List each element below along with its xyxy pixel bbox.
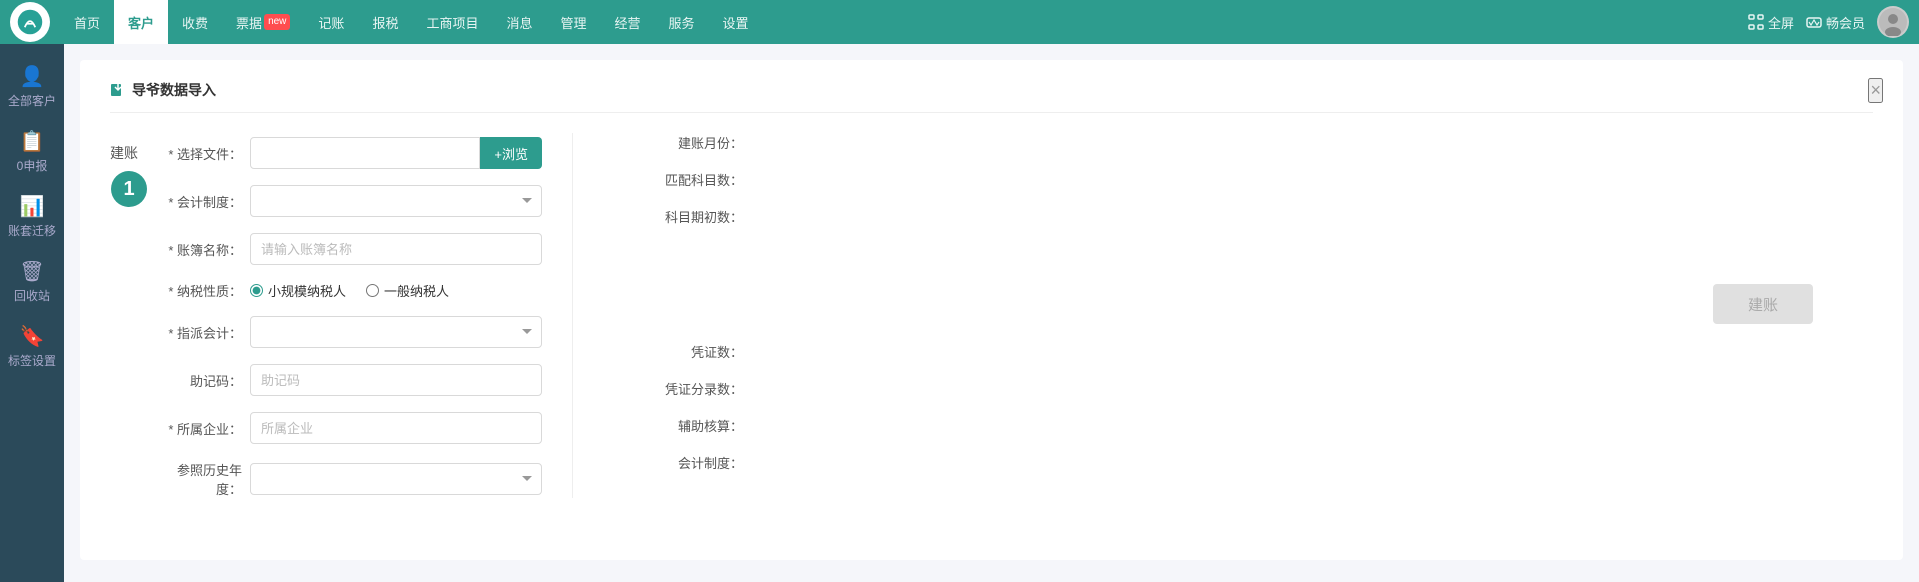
import-icon: [110, 82, 126, 98]
assign-accountant-select[interactable]: [250, 316, 542, 348]
nav-item-messages[interactable]: 消息: [492, 0, 546, 44]
vip-button[interactable]: 畅会员: [1806, 13, 1865, 32]
match-subjects-label: 匹配科目数：: [643, 170, 743, 189]
fullscreen-button[interactable]: 全屏: [1748, 13, 1794, 32]
memo-code-input[interactable]: [250, 364, 542, 396]
nav-item-clients[interactable]: 客户: [114, 0, 168, 44]
build-account-button[interactable]: 建账: [1713, 284, 1813, 324]
close-button[interactable]: ×: [1868, 78, 1883, 103]
accounting-system-select[interactable]: [250, 185, 542, 217]
recycle-icon: 🗑: [19, 259, 44, 284]
new-badge: new: [264, 14, 290, 30]
nav-item-operations[interactable]: 经营: [601, 0, 655, 44]
right-section: 建账月份： 匹配科目数： 科目期初数： 建账: [643, 133, 1873, 498]
history-year-label: 参照历史年度：: [162, 460, 242, 498]
sidebar-item-label: 0申报: [17, 157, 48, 174]
form-fields: * 选择文件： +浏览 * 会计制度：: [162, 137, 542, 498]
nav-item-invoices[interactable]: 票据 new: [222, 0, 304, 44]
tax-type-label: * 纳税性质：: [162, 281, 242, 300]
import-dialog: 导爷数据导入 × 建账 1 * 选择文: [80, 60, 1903, 560]
build-month-label: 建账月份：: [643, 133, 743, 152]
nav-item-fees[interactable]: 收费: [168, 0, 222, 44]
initial-subjects-label: 科目期初数：: [643, 207, 743, 226]
vouchers-row: 凭证数：: [643, 342, 1873, 361]
aux-accounting-row: 辅助核算：: [643, 416, 1873, 435]
top-nav-right: 全屏 畅会员: [1748, 6, 1909, 38]
vip-label: 畅会员: [1826, 13, 1865, 32]
sidebar-item-tags[interactable]: 🔖 标签设置: [0, 314, 64, 379]
sidebar-item-label: 标签设置: [8, 352, 56, 369]
right-accounting-system-label: 会计制度：: [643, 453, 743, 472]
right-accounting-system-row: 会计制度：: [643, 453, 1873, 472]
match-subjects-row: 匹配科目数：: [643, 170, 1873, 189]
dialog-title: 导爷数据导入: [110, 80, 216, 100]
voucher-entries-label: 凭证分录数：: [643, 379, 743, 398]
tax-option2-label[interactable]: 一般纳税人: [366, 281, 449, 300]
accounting-system-row: * 会计制度：: [162, 185, 542, 217]
nav-item-business[interactable]: 工商项目: [412, 0, 492, 44]
nav-item-settings[interactable]: 设置: [709, 0, 763, 44]
dialog-header: 导爷数据导入 ×: [110, 80, 1873, 113]
belongs-company-input[interactable]: [250, 412, 542, 444]
step-badge: 1: [111, 171, 147, 207]
ledger-name-label: * 账簿名称：: [162, 240, 242, 259]
right-panel: 建账月份： 匹配科目数： 科目期初数： 建账: [603, 133, 1873, 498]
history-year-select[interactable]: [250, 463, 542, 495]
sidebar-item-label: 账套迁移: [8, 222, 56, 239]
sidebar-item-account-migration[interactable]: 📊 账套迁移: [0, 184, 64, 249]
accounting-system-label: * 会计制度：: [162, 192, 242, 211]
memo-code-label: 助记码：: [162, 371, 242, 390]
nav-item-home[interactable]: 首页: [60, 0, 114, 44]
nav-item-services[interactable]: 服务: [655, 0, 709, 44]
sidebar-item-declaration[interactable]: 📋 0申报: [0, 119, 64, 184]
file-input[interactable]: [250, 137, 480, 169]
sidebar-item-label: 全部客户: [8, 92, 56, 109]
file-label: * 选择文件：: [162, 144, 242, 163]
tags-icon: 🔖: [20, 324, 45, 349]
migration-icon: 📊: [20, 194, 45, 219]
assign-accountant-label: * 指派会计：: [162, 323, 242, 342]
vouchers-label: 凭证数：: [643, 342, 743, 361]
fullscreen-label: 全屏: [1768, 13, 1794, 32]
voucher-entries-row: 凭证分录数：: [643, 379, 1873, 398]
user-avatar[interactable]: [1877, 6, 1909, 38]
form-divider: [572, 133, 573, 498]
tax-option1-label[interactable]: 小规模纳税人: [250, 281, 346, 300]
form-left: 建账 1 * 选择文件： +浏览: [110, 133, 542, 498]
main-content: 导爷数据导入 × 建账 1 * 选择文: [64, 44, 1919, 582]
tax-radio-group: 小规模纳税人 一般纳税人: [250, 281, 449, 300]
build-month-row: 建账月份：: [643, 133, 1873, 152]
logo[interactable]: [10, 2, 50, 42]
form-layout: 建账 1 * 选择文件： +浏览: [110, 133, 1873, 498]
belongs-company-label: * 所属企业：: [162, 419, 242, 438]
nav-item-tax[interactable]: 报税: [358, 0, 412, 44]
sidebar: 👤 全部客户 📋 0申报 📊 账套迁移 🗑 回收站 🔖 标签设置: [0, 44, 64, 582]
initial-subjects-row: 科目期初数：: [643, 207, 1873, 226]
nav-item-bookkeeping[interactable]: 记账: [304, 0, 358, 44]
main-layout: 👤 全部客户 📋 0申报 📊 账套迁移 🗑 回收站 🔖 标签设置: [0, 44, 1919, 582]
sidebar-item-label: 回收站: [14, 287, 50, 304]
ledger-name-input[interactable]: [250, 233, 542, 265]
belongs-company-row: * 所属企业：: [162, 412, 542, 444]
history-year-row: 参照历史年度：: [162, 460, 542, 498]
memo-code-row: 助记码：: [162, 364, 542, 396]
tax-option1-radio[interactable]: [250, 284, 263, 297]
nav-items: 首页 客户 收费 票据 new 记账 报税 工商项目 消息 管理 经营 服务 设…: [60, 0, 1748, 44]
sidebar-item-all-clients[interactable]: 👤 全部客户: [0, 54, 64, 119]
tax-option2-radio[interactable]: [366, 284, 379, 297]
declaration-icon: 📋: [20, 129, 45, 154]
assign-accountant-row: * 指派会计：: [162, 316, 542, 348]
clients-icon: 👤: [20, 64, 45, 89]
sidebar-item-recycle[interactable]: 🗑 回收站: [0, 249, 64, 314]
step-label: 建账: [110, 137, 138, 163]
ledger-name-row: * 账簿名称：: [162, 233, 542, 265]
aux-accounting-label: 辅助核算：: [643, 416, 743, 435]
browse-button[interactable]: +浏览: [480, 137, 542, 169]
file-input-group: +浏览: [250, 137, 542, 169]
nav-item-manage[interactable]: 管理: [546, 0, 600, 44]
tax-type-row: * 纳税性质： 小规模纳税人 一般纳税人: [162, 281, 542, 300]
file-select-row: * 选择文件： +浏览: [162, 137, 542, 169]
top-nav: 首页 客户 收费 票据 new 记账 报税 工商项目 消息 管理 经营 服务 设…: [0, 0, 1919, 44]
